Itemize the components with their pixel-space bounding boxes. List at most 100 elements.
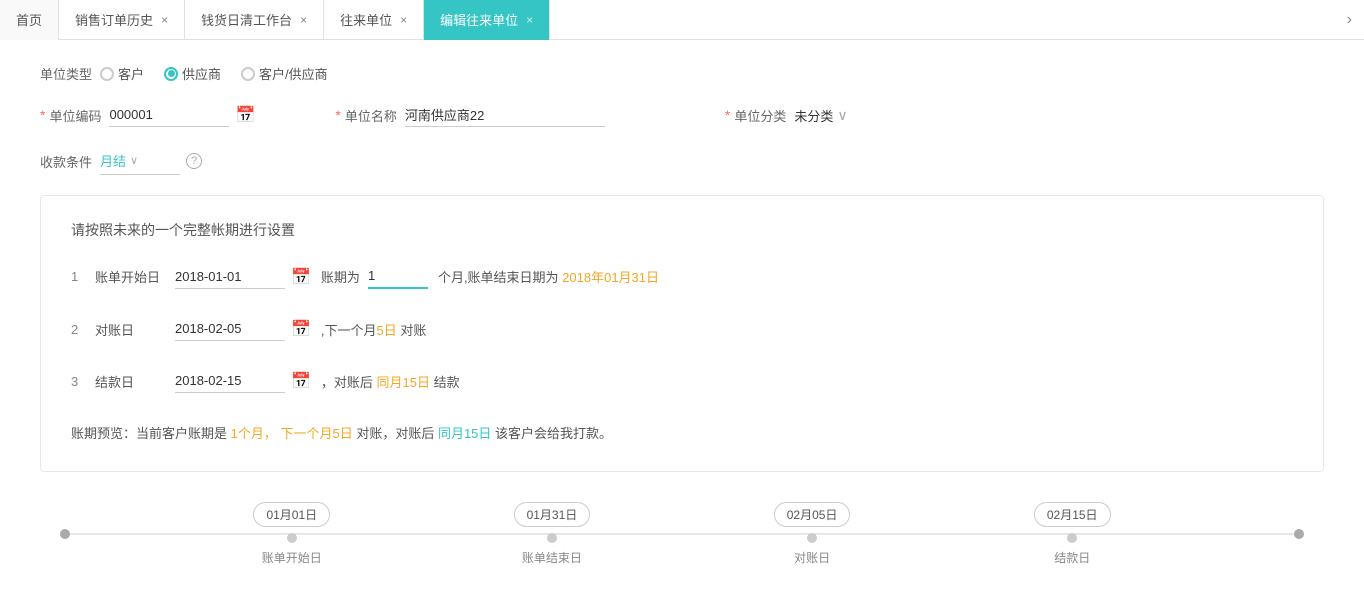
timeline-section: 01月01日 账单开始日 01月31日 账单结束日 02月05日 对账日	[40, 502, 1324, 566]
unit-name-star: *	[335, 107, 340, 123]
period-row-1: 1 账单开始日 📅 账期为 个月,账单结束日期为 2018年01月31日	[71, 264, 1293, 289]
radio-supplier-label: 供应商	[182, 64, 221, 83]
tab-expand-button[interactable]: ›	[1335, 11, 1364, 29]
unit-code-item: * 单位编码 📅	[40, 103, 255, 127]
timeline-node-3-badge: 02月05日	[774, 502, 851, 527]
period-row-2-label: 对账日	[95, 320, 175, 339]
radio-both[interactable]: 客户/供应商	[241, 64, 328, 83]
timeline-right-endpoint	[1294, 529, 1304, 539]
tab-sales-history[interactable]: 销售订单历史 ×	[59, 0, 185, 40]
timeline-left-dot	[60, 529, 70, 539]
timeline-node-2-dot	[547, 533, 557, 543]
period-row-3-highlight: 同月15日	[377, 375, 430, 390]
tab-partner-unit-close[interactable]: ×	[400, 13, 407, 27]
unit-type-row: 单位类型 客户 供应商 客户/供应商	[40, 64, 1324, 83]
period-row-2-date-input[interactable]	[175, 317, 285, 341]
period-row-2-date-wrap: 📅	[175, 317, 311, 341]
period-row-1-label: 账单开始日	[95, 267, 175, 286]
period-row-3: 3 结款日 📅 ，对账后 同月15日 结款	[71, 369, 1293, 393]
preview-text: 账期预览：当前客户账期是 1个月， 下一个月5日 对账，对账后 同月15日 该客…	[71, 426, 612, 441]
timeline-node-4: 02月15日 结款日	[1034, 502, 1111, 566]
radio-customer-circle	[100, 67, 114, 81]
period-row-3-desc: ，对账后 同月15日 结款	[321, 372, 460, 391]
timeline-node-2: 01月31日 账单结束日	[514, 502, 591, 566]
radio-supplier[interactable]: 供应商	[164, 64, 221, 83]
radio-both-label: 客户/供应商	[259, 64, 328, 83]
timeline-node-1-label: 账单开始日	[262, 549, 322, 566]
payment-row: 收款条件 月结 ∨ ?	[40, 147, 1324, 175]
unit-type-label: 单位类型	[40, 64, 92, 83]
period-row-3-date-wrap: 📅	[175, 369, 311, 393]
code-name-class-row: * 单位编码 📅 * 单位名称 * 单位分类 未分类 ∨	[40, 103, 1324, 127]
period-row-3-label: 结款日	[95, 372, 175, 391]
period-row-2-calendar-icon[interactable]: 📅	[291, 319, 311, 339]
timeline-left-endpoint	[60, 529, 70, 539]
period-row-3-calendar-icon[interactable]: 📅	[291, 371, 311, 391]
preview-payment-day: 同月15日	[438, 426, 491, 441]
timeline-node-3: 02月05日 对账日	[774, 502, 851, 566]
tab-sales-history-close[interactable]: ×	[161, 13, 168, 27]
unit-class-dropdown[interactable]: 未分类 ∨	[794, 106, 934, 125]
tab-bar: 首页 销售订单历史 × 钱货日清工作台 × 往来单位 × 编辑往来单位 × ›	[0, 0, 1364, 40]
timeline-node-4-badge: 02月15日	[1034, 502, 1111, 527]
preview-period: 1个月，	[231, 426, 277, 441]
period-row-2-desc: ,下一个月5日 对账	[321, 320, 426, 339]
page-content: 单位类型 客户 供应商 客户/供应商 * 单位编码	[0, 40, 1364, 608]
payment-dropdown[interactable]: 月结 ∨	[100, 147, 180, 175]
tab-edit-partner[interactable]: 编辑往来单位 ×	[424, 0, 550, 40]
radio-customer-label: 客户	[118, 64, 144, 83]
period-row-1-desc-prefix: 账期为	[321, 267, 360, 286]
period-row-3-num: 3	[71, 374, 95, 389]
tab-edit-partner-label: 编辑往来单位	[440, 10, 518, 29]
tab-cash-work-label: 钱货日清工作台	[201, 10, 292, 29]
timeline-right-dot	[1294, 529, 1304, 539]
period-card: 请按照未来的一个完整帐期进行设置 1 账单开始日 📅 账期为 个月,账单结束日期…	[40, 195, 1324, 472]
timeline-node-2-label: 账单结束日	[522, 549, 582, 566]
period-row-1-date-wrap: 📅	[175, 265, 311, 289]
unit-code-label: 单位编码	[49, 106, 101, 125]
preview-period2: 下一个月5日	[280, 426, 352, 441]
radio-customer[interactable]: 客户	[100, 64, 144, 83]
tab-home-label: 首页	[16, 10, 42, 29]
period-row-2: 2 对账日 📅 ,下一个月5日 对账	[71, 317, 1293, 341]
radio-supplier-circle	[164, 67, 178, 81]
timeline-node-4-dot	[1067, 533, 1077, 543]
unit-type-item: 单位类型 客户 供应商 客户/供应商	[40, 64, 328, 83]
timeline-node-1-dot	[287, 533, 297, 543]
unit-name-label: 单位名称	[345, 106, 397, 125]
timeline-node-3-dot	[807, 533, 817, 543]
tab-partner-unit-label: 往来单位	[340, 10, 392, 29]
unit-name-item: * 单位名称	[335, 103, 604, 127]
unit-class-arrow-icon: ∨	[837, 107, 847, 124]
tab-cash-work[interactable]: 钱货日清工作台 ×	[185, 0, 324, 40]
period-row-3-date-input[interactable]	[175, 369, 285, 393]
tab-edit-partner-close[interactable]: ×	[526, 13, 533, 27]
unit-code-star: *	[40, 107, 45, 123]
period-row-1-date-input[interactable]	[175, 265, 285, 289]
timeline-node-1-badge: 01月01日	[253, 502, 330, 527]
payment-value: 月结	[100, 151, 126, 170]
timeline-node-4-label: 结款日	[1054, 549, 1090, 566]
unit-class-label: 单位分类	[734, 106, 786, 125]
unit-code-icon[interactable]: 📅	[235, 105, 255, 125]
payment-item: 收款条件 月结 ∨ ?	[40, 147, 202, 175]
unit-class-star: *	[725, 107, 730, 123]
payment-dropdown-arrow: ∨	[130, 154, 138, 167]
unit-type-radio-group: 客户 供应商 客户/供应商	[100, 64, 328, 83]
tab-sales-history-label: 销售订单历史	[75, 10, 153, 29]
tab-partner-unit[interactable]: 往来单位 ×	[324, 0, 424, 40]
payment-label: 收款条件	[40, 152, 92, 171]
unit-name-input[interactable]	[405, 103, 605, 127]
unit-code-input[interactable]	[109, 103, 229, 127]
unit-class-item: * 单位分类 未分类 ∨	[725, 106, 934, 125]
radio-both-circle	[241, 67, 255, 81]
period-row-1-desc-suffix: 个月,账单结束日期为 2018年01月31日	[438, 267, 659, 286]
period-row-2-highlight: 5日	[377, 323, 397, 338]
period-card-title: 请按照未来的一个完整帐期进行设置	[71, 220, 1293, 240]
preview-section: 账期预览：当前客户账期是 1个月， 下一个月5日 对账，对账后 同月15日 该客…	[71, 421, 1293, 447]
tab-cash-work-close[interactable]: ×	[300, 13, 307, 27]
period-row-1-calendar-icon[interactable]: 📅	[291, 267, 311, 287]
payment-help-icon[interactable]: ?	[186, 153, 202, 169]
period-row-1-month-input[interactable]	[368, 264, 428, 289]
tab-home[interactable]: 首页	[0, 0, 59, 40]
